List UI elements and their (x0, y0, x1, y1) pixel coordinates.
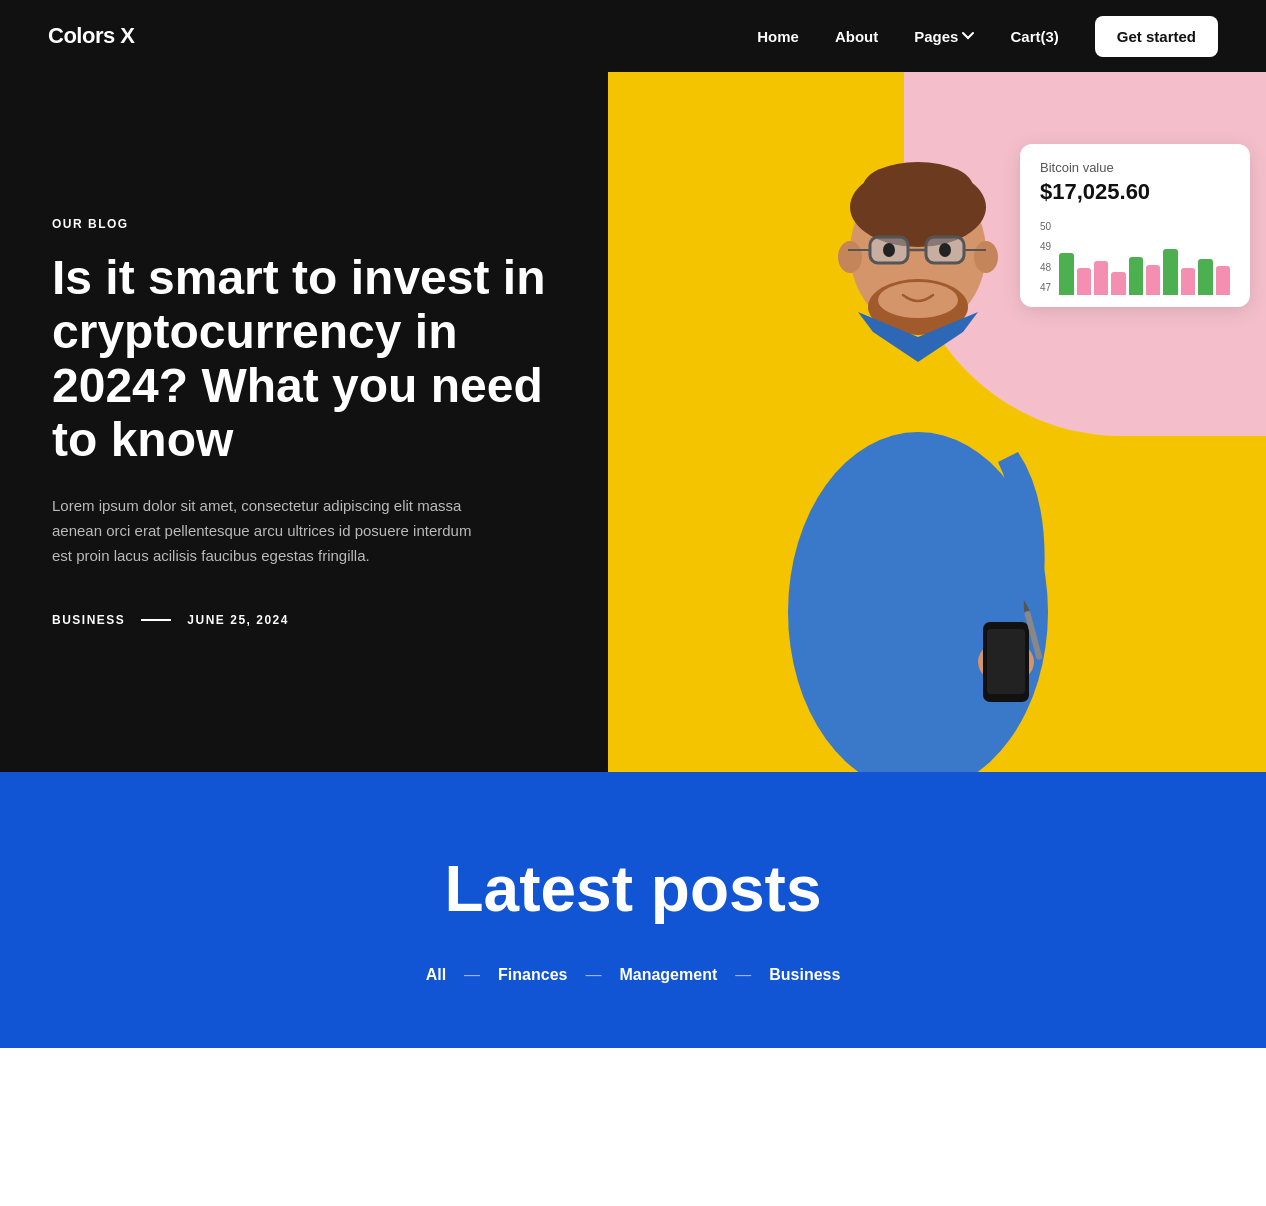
svg-rect-18 (987, 629, 1025, 694)
btc-label: Bitcoin value (1040, 160, 1230, 175)
filter-management[interactable]: Management (619, 962, 717, 988)
chart-bar-6 (1163, 249, 1177, 295)
filter-sep-2: — (585, 966, 601, 984)
chart-bar-9 (1216, 266, 1230, 295)
hero-date: JUNE 25, 2024 (187, 613, 289, 627)
svg-point-4 (863, 162, 973, 212)
chart-bar-0 (1059, 253, 1073, 295)
get-started-button[interactable]: Get started (1095, 16, 1218, 57)
svg-point-12 (883, 243, 895, 257)
filter-business[interactable]: Business (769, 962, 840, 988)
chart-bar-2 (1094, 261, 1108, 295)
hero-description: Lorem ipsum dolor sit amet, consectetur … (52, 494, 492, 568)
hero-left-panel: OUR BLOG Is it smart to invest in crypto… (0, 72, 608, 772)
nav-about[interactable]: About (835, 28, 878, 45)
logo[interactable]: Colors X (48, 23, 134, 49)
navbar: Colors X Home About Pages Cart(3) Get st… (0, 0, 1266, 72)
hero-meta: BUSINESS JUNE 25, 2024 (52, 613, 556, 627)
hero-title: Is it smart to invest in cryptocurrency … (52, 251, 556, 466)
hero-divider (141, 619, 171, 621)
filter-sep-3: — (735, 966, 751, 984)
chevron-down-icon (962, 30, 974, 42)
chart-y-50: 50 (1040, 221, 1051, 232)
chart-bar-5 (1146, 265, 1160, 295)
latest-posts-section: Latest posts All — Finances — Management… (0, 772, 1266, 1048)
cart-label[interactable]: Cart(3) (1010, 28, 1058, 45)
chart-bar-1 (1077, 268, 1091, 295)
latest-posts-title: Latest posts (48, 852, 1218, 926)
hero-category: BUSINESS (52, 613, 125, 627)
chart-bar-8 (1198, 259, 1212, 295)
nav-links: Home About Pages Cart(3) Get started (757, 16, 1218, 57)
chart-y-49: 49 (1040, 241, 1051, 252)
chart-bar-3 (1111, 272, 1125, 295)
nav-pages-dropdown[interactable]: Pages (914, 28, 974, 45)
chart-bar-4 (1129, 257, 1143, 295)
chart-y-47: 47 (1040, 282, 1051, 293)
bitcoin-card: Bitcoin value $17,025.60 50 49 48 47 (1020, 144, 1250, 307)
posts-filter: All — Finances — Management — Business (48, 962, 1218, 988)
svg-point-13 (939, 243, 951, 257)
filter-sep-1: — (464, 966, 480, 984)
hero-tag: OUR BLOG (52, 217, 556, 231)
svg-point-6 (974, 241, 998, 273)
chart-y-48: 48 (1040, 262, 1051, 273)
chart-bar-7 (1181, 268, 1195, 295)
nav-pages-label: Pages (914, 28, 958, 45)
btc-value: $17,025.60 (1040, 179, 1230, 205)
filter-finances[interactable]: Finances (498, 962, 567, 988)
filter-all[interactable]: All (426, 962, 446, 988)
hero-section: OUR BLOG Is it smart to invest in crypto… (0, 72, 1266, 772)
svg-point-5 (838, 241, 862, 273)
hero-right-panel: Bitcoin value $17,025.60 50 49 48 47 (608, 72, 1266, 772)
nav-home[interactable]: Home (757, 28, 799, 45)
